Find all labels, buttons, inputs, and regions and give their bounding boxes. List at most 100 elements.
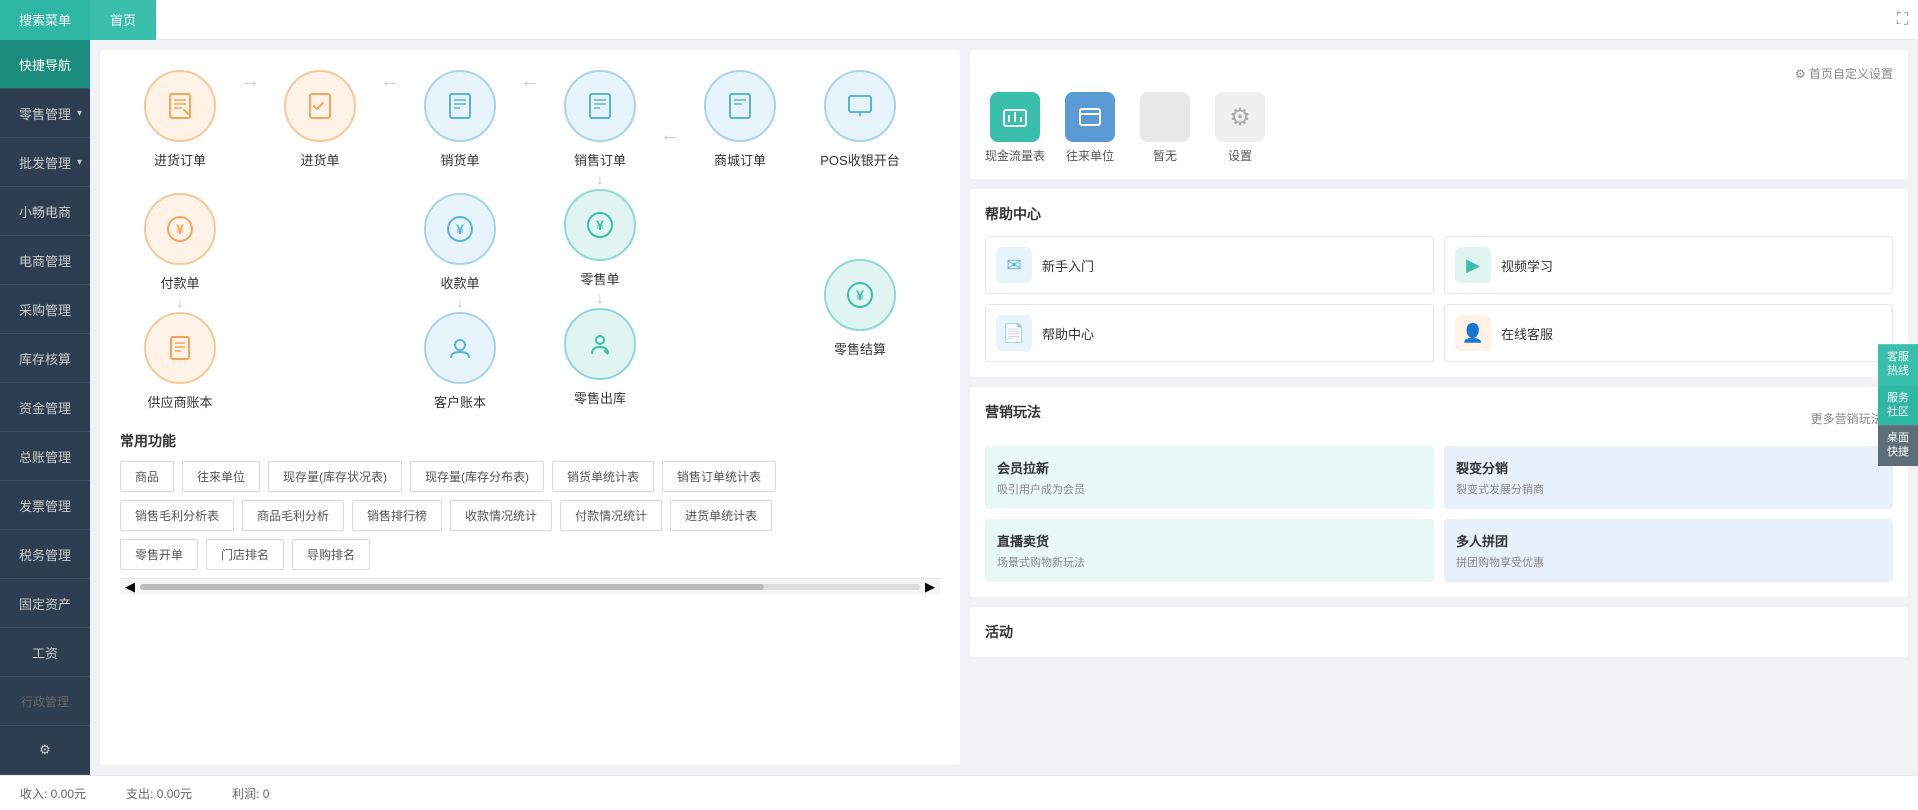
sidebar-item-retail-mgmt[interactable]: 零售管理 ▾	[0, 89, 90, 138]
flow-node-retail-outbound[interactable]: 零售出库	[540, 308, 660, 407]
sidebar-item-xiaochang-ec[interactable]: 小畅电商	[0, 187, 90, 236]
marketing-item-member[interactable]: 会员拉新 吸引用户成为会员	[985, 446, 1434, 509]
func-btn-sale-stat[interactable]: 销货单统计表	[552, 461, 654, 492]
flow-node-payment[interactable]: ¥ 付款单	[120, 193, 240, 292]
float-btn-desktop-quick[interactable]: 桌面快捷	[1878, 425, 1918, 466]
flow-node-sale-order[interactable]: 销售订单	[540, 70, 660, 169]
sidebar-item-purchase-mgmt[interactable]: 采购管理	[0, 285, 90, 334]
func-btn-purchase-stat[interactable]: 进货单统计表	[670, 500, 772, 531]
retail-outbound-label: 零售出库	[574, 388, 626, 407]
help-item-video[interactable]: ▶ 视频学习	[1444, 236, 1893, 294]
top-bar-right: ⛶	[156, 11, 1918, 29]
func-row-2: 销售毛利分析表 商品毛利分析 销售排行榜 收款情况统计 付款情况统计 进货单统计…	[120, 500, 940, 531]
func-btn-sale-order-stat[interactable]: 销售订单统计表	[662, 461, 776, 492]
settings-gear-icon: ⚙	[1229, 103, 1251, 132]
help-doc-icon: 📄	[996, 315, 1032, 351]
sidebar-item-wholesale-mgmt[interactable]: 批发管理 ▾	[0, 138, 90, 187]
func-btn-goods[interactable]: 商品	[120, 461, 174, 492]
pos-icon	[824, 70, 896, 142]
flow-node-customer-account[interactable]: 客户账本	[400, 312, 520, 411]
v-arrow4: ↓	[457, 294, 464, 310]
func-btn-sale-margin[interactable]: 销售毛利分析表	[120, 500, 234, 531]
customize-header[interactable]: ⚙ 首页自定义设置	[985, 65, 1893, 82]
marketing-item-live[interactable]: 直播卖货 场景式购物新玩法	[985, 519, 1434, 582]
func-btn-store-rank[interactable]: 门店排名	[206, 539, 284, 570]
flow-col-purchase-bill: 进货单	[260, 70, 380, 169]
retail-settlement-icon: ¥	[824, 259, 896, 331]
flow-node-purchase-bill[interactable]: 进货单	[260, 70, 380, 169]
none-label: 暂无	[1153, 147, 1177, 164]
receipt-label: 收款单	[440, 273, 479, 292]
func-btn-goods-margin[interactable]: 商品毛利分析	[242, 500, 344, 531]
tab-home[interactable]: 首页	[90, 0, 156, 40]
h-arrow-4-3: ←	[520, 70, 540, 118]
member-desc: 吸引用户成为会员	[997, 481, 1422, 497]
sale-order-icon	[564, 70, 636, 142]
beginner-icon: ✉	[996, 247, 1032, 283]
func-btn-receipt-stat[interactable]: 收款情况统计	[450, 500, 552, 531]
quick-icon-partner[interactable]: 往来单位	[1060, 92, 1120, 164]
help-item-help[interactable]: 📄 帮助中心	[985, 304, 1434, 362]
sale-bill-label: 销货单	[440, 150, 479, 169]
float-btn-service-community[interactable]: 服务社区	[1878, 385, 1918, 426]
sidebar-item-inventory[interactable]: 库存核算	[0, 334, 90, 383]
func-btn-inventory-status[interactable]: 现存量(库存状况表)	[268, 461, 402, 492]
sidebar-item-quick-nav[interactable]: 快捷导航	[0, 40, 90, 89]
retail-bill-label: 零售单	[580, 269, 619, 288]
sidebar-item-fixed-assets[interactable]: 固定资产	[0, 579, 90, 628]
scroll-right-icon[interactable]: ▶	[925, 579, 935, 595]
purchase-bill-label: 进货单	[300, 150, 339, 169]
quick-access: ⚙ 首页自定义设置 现金流量表 往来单位	[970, 50, 1908, 179]
top-bar: 搜索菜单 首页 ⛶	[0, 0, 1918, 40]
sidebar-item-tax-mgmt[interactable]: 税务管理	[0, 530, 90, 579]
quick-icon-cash-flow[interactable]: 现金流量表	[985, 92, 1045, 164]
sidebar-item-finance-mgmt[interactable]: 资金管理	[0, 383, 90, 432]
help-center: 帮助中心 ✉ 新手入门 ▶ 视频学习 📄 帮助中心 👤	[970, 189, 1908, 377]
float-btn-customer-service[interactable]: 客服热线	[1878, 344, 1918, 385]
flow-node-mall-order[interactable]: 商城订单	[680, 70, 800, 169]
live-title: 直播卖货	[997, 531, 1422, 550]
sidebar: 快捷导航 零售管理 ▾ 批发管理 ▾ 小畅电商 电商管理 采购管理 库存核算 资…	[0, 40, 90, 775]
help-item-online-cs[interactable]: 👤 在线客服	[1444, 304, 1893, 362]
fullscreen-icon[interactable]: ⛶	[1897, 11, 1908, 29]
marketing-item-group[interactable]: 多人拼团 拼团购物享受优惠	[1444, 519, 1893, 582]
sidebar-item-salary[interactable]: 工资	[0, 628, 90, 677]
sidebar-item-settings[interactable]: ⚙	[0, 726, 90, 775]
quick-icon-settings[interactable]: ⚙ 设置	[1210, 92, 1270, 164]
func-btn-guide-rank[interactable]: 导购排名	[292, 539, 370, 570]
sidebar-item-invoice-mgmt[interactable]: 发票管理	[0, 481, 90, 530]
scroll-left-icon[interactable]: ◀	[125, 579, 135, 595]
customize-label[interactable]: ⚙ 首页自定义设置	[1795, 65, 1893, 82]
settings-icon-box: ⚙	[1215, 92, 1265, 142]
sale-order-label: 销售订单	[574, 150, 626, 169]
func-btn-sale-rank[interactable]: 销售排行榜	[352, 500, 442, 531]
retail-settlement-label: 零售结算	[834, 339, 886, 358]
income-stat: 收入: 0.00元	[20, 785, 86, 802]
flow-node-supplier-account[interactable]: 供应商账本	[120, 312, 240, 411]
sidebar-item-general-ledger[interactable]: 总账管理	[0, 432, 90, 481]
flow-node-pos[interactable]: POS收银开台	[800, 70, 920, 169]
func-btn-inventory-dist[interactable]: 现存量(库存分布表)	[410, 461, 544, 492]
func-row-3: 零售开单 门店排名 导购排名	[120, 539, 940, 570]
customer-account-icon	[424, 312, 496, 384]
search-menu[interactable]: 搜索菜单	[0, 0, 90, 40]
quick-icon-none[interactable]: 暂无	[1135, 92, 1195, 164]
flow-node-sale-bill[interactable]: 销货单	[400, 70, 520, 169]
fission-title: 裂变分销	[1456, 458, 1881, 477]
flow-node-retail-bill[interactable]: ¥ 零售单	[540, 189, 660, 288]
flow-col-purchase-order: 进货订单 ¥ 付款单 ↓	[120, 70, 240, 411]
marketing-item-fission[interactable]: 裂变分销 裂变式发展分销商	[1444, 446, 1893, 509]
sidebar-item-ec-mgmt[interactable]: 电商管理	[0, 236, 90, 285]
h-arrow-1: →	[240, 70, 260, 118]
group-desc: 拼团购物享受优惠	[1456, 554, 1881, 570]
func-btn-payment-stat[interactable]: 付款情况统计	[560, 500, 662, 531]
func-btn-retail-order[interactable]: 零售开单	[120, 539, 198, 570]
flow-node-receipt[interactable]: ¥ 收款单	[400, 193, 520, 292]
help-item-beginner[interactable]: ✉ 新手入门	[985, 236, 1434, 294]
scroll-bar[interactable]: ◀ ▶	[120, 578, 940, 594]
flow-node-purchase-order[interactable]: 进货订单	[120, 70, 240, 169]
expense-stat: 支出: 0.00元	[126, 785, 192, 802]
sidebar-item-more-mgmt[interactable]: 行政管理	[0, 677, 90, 726]
func-btn-partner[interactable]: 往来单位	[182, 461, 260, 492]
flow-node-retail-settlement[interactable]: ¥ 零售结算	[800, 259, 920, 358]
